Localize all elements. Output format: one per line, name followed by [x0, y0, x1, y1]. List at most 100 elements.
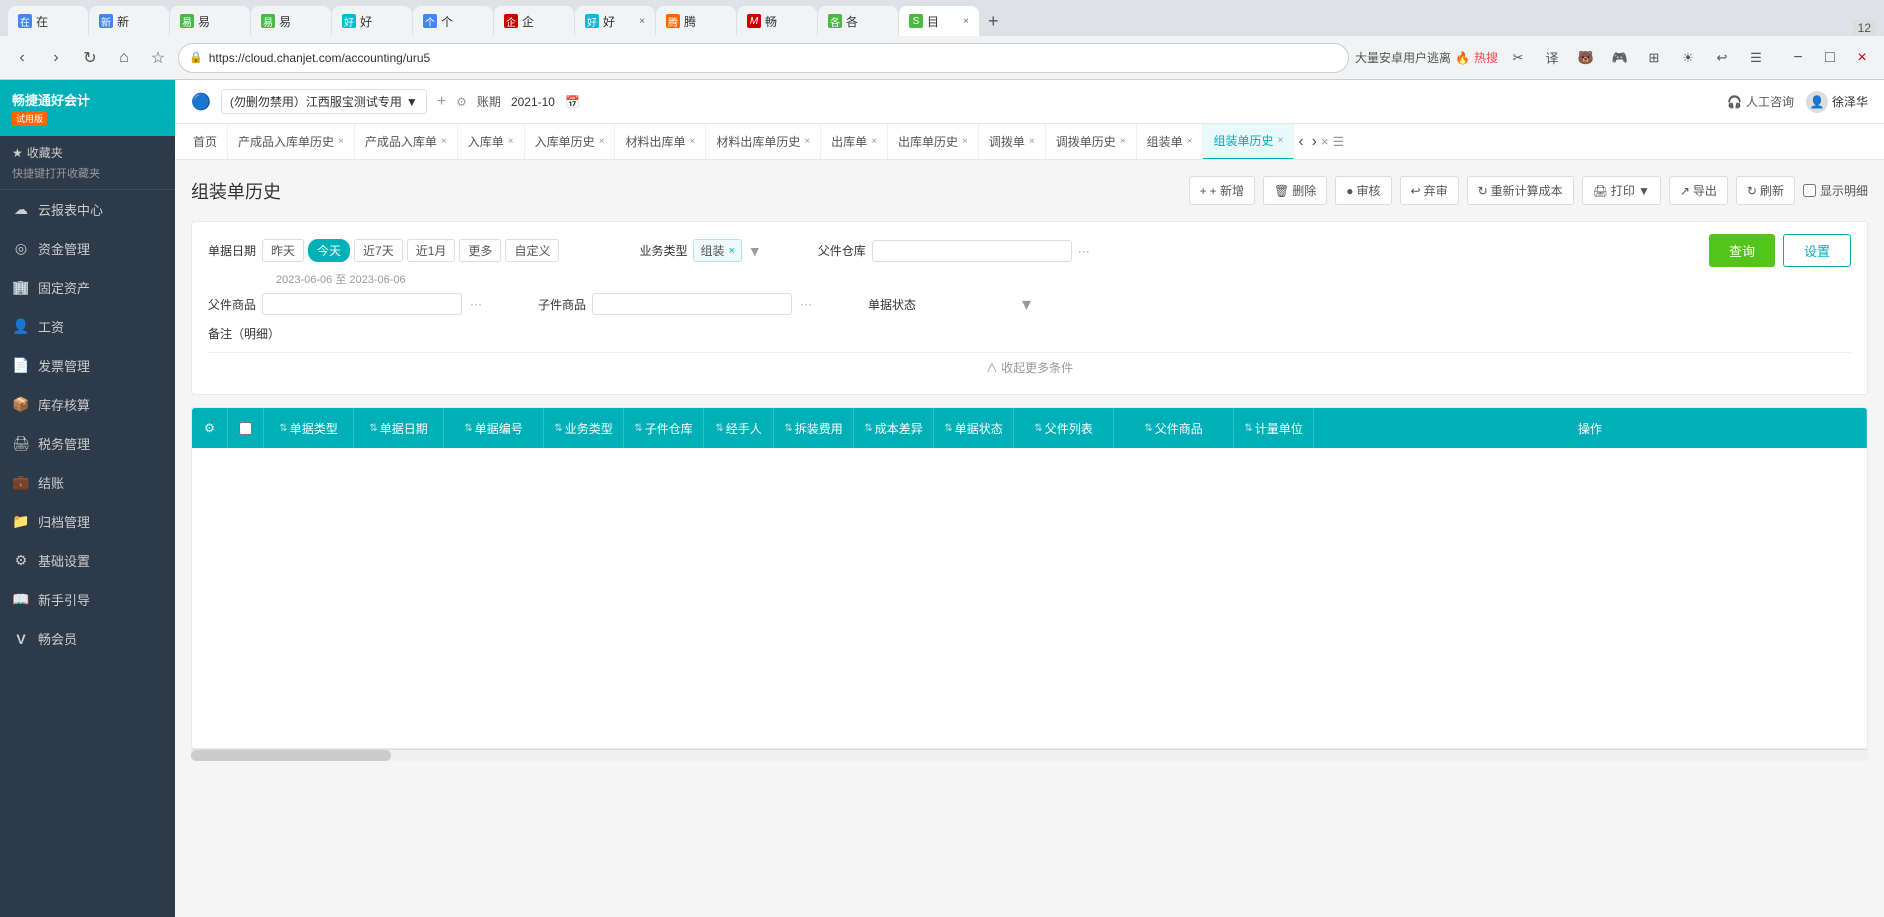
- page-tab-inbound-history[interactable]: 入库单历史 ×: [525, 124, 616, 160]
- company-selector[interactable]: (勿删勿禁用）江西服宝测试专用 ▼: [221, 89, 427, 114]
- display-detail-checkbox[interactable]: [1803, 184, 1816, 197]
- browser-tab-1[interactable]: 在 在: [8, 6, 88, 36]
- tab-assembly-close[interactable]: ×: [1187, 136, 1193, 147]
- sidebar-item-assets[interactable]: 🏢 固定资产: [0, 268, 175, 307]
- select-all-checkbox[interactable]: [239, 422, 252, 435]
- th-parent-goods[interactable]: ⇅ 父件商品: [1114, 408, 1234, 448]
- new-tab-button[interactable]: +: [980, 7, 1007, 36]
- tab-material-out-history-close[interactable]: ×: [804, 136, 810, 147]
- browser-tab-4[interactable]: 易 易: [251, 6, 331, 36]
- th-disassemble-fee[interactable]: ⇅ 拆装费用: [774, 408, 854, 448]
- biz-type-dropdown-icon[interactable]: ▼: [748, 243, 762, 259]
- th-checkbox[interactable]: [228, 408, 264, 448]
- th-bill-type[interactable]: ⇅ 单据类型: [264, 408, 354, 448]
- tab-close-12[interactable]: ×: [963, 16, 969, 27]
- close-window-button[interactable]: ×: [1848, 44, 1876, 72]
- browser-tab-8[interactable]: 好 好 ×: [575, 6, 655, 36]
- parent-warehouse-input[interactable]: [872, 240, 1072, 262]
- date-btn-yesterday[interactable]: 昨天: [262, 239, 304, 262]
- maximize-button[interactable]: □: [1816, 44, 1844, 72]
- date-btn-custom[interactable]: 自定义: [505, 239, 559, 262]
- tab-transfer-close[interactable]: ×: [1029, 136, 1035, 147]
- sidebar-item-inventory[interactable]: 📦 库存核算: [0, 385, 175, 424]
- date-btn-today[interactable]: 今天: [308, 239, 350, 262]
- menu-icon[interactable]: ☰: [1742, 44, 1770, 72]
- scissors-icon[interactable]: ✂: [1504, 44, 1532, 72]
- address-bar[interactable]: 🔒 https://cloud.chanjet.com/accounting/u…: [178, 43, 1349, 73]
- sidebar-item-close[interactable]: 💼 结账: [0, 463, 175, 502]
- grid-icon[interactable]: ⊞: [1640, 44, 1668, 72]
- filter-settings-button[interactable]: 设置: [1783, 234, 1851, 267]
- tab-transfer-history-close[interactable]: ×: [1120, 136, 1126, 147]
- tab-production-close[interactable]: ×: [441, 136, 447, 147]
- tab-material-out-close[interactable]: ×: [689, 136, 695, 147]
- horizontal-scrollbar[interactable]: [191, 749, 1868, 761]
- biz-type-tag-close[interactable]: ×: [728, 245, 734, 257]
- add-button[interactable]: + + 新增: [1189, 176, 1255, 205]
- bill-status-dropdown[interactable]: ▾: [1022, 294, 1031, 315]
- th-child-warehouse[interactable]: ⇅ 子件仓库: [624, 408, 704, 448]
- page-tab-transfer-history[interactable]: 调拨单历史 ×: [1046, 124, 1137, 160]
- tab-inbound-history-close[interactable]: ×: [599, 136, 605, 147]
- date-btn-1month[interactable]: 近1月: [407, 239, 456, 262]
- collapse-bar[interactable]: ∧ 收起更多条件: [208, 352, 1851, 382]
- browser-tab-3[interactable]: 易 易: [170, 6, 250, 36]
- translate-icon[interactable]: 译: [1538, 44, 1566, 72]
- page-tab-inbound[interactable]: 入库单 ×: [458, 124, 525, 160]
- child-goods-more-icon[interactable]: ···: [800, 297, 812, 311]
- minimize-button[interactable]: −: [1784, 44, 1812, 72]
- delete-button[interactable]: 🗑 删除: [1263, 176, 1327, 205]
- extension-icon-1[interactable]: 🐻: [1572, 44, 1600, 72]
- bookmark-button[interactable]: ☆: [144, 44, 172, 72]
- abandon-button[interactable]: ↩ 弃审: [1400, 176, 1459, 205]
- tab-production-history-close[interactable]: ×: [338, 136, 344, 147]
- sidebar-item-guide[interactable]: 📖 新手引导: [0, 580, 175, 619]
- tab-prev-button[interactable]: ‹: [1294, 133, 1307, 151]
- back-button[interactable]: ‹: [8, 44, 36, 72]
- date-btn-more[interactable]: 更多: [459, 239, 501, 262]
- th-biz-type[interactable]: ⇅ 业务类型: [544, 408, 624, 448]
- th-cost-diff[interactable]: ⇅ 成本差异: [854, 408, 934, 448]
- parent-goods-more-icon[interactable]: ···: [470, 297, 482, 311]
- review-button[interactable]: ● 审核: [1335, 176, 1391, 205]
- page-tab-material-out[interactable]: 材料出库单 ×: [615, 124, 706, 160]
- sidebar-item-payroll[interactable]: 👤 工资: [0, 307, 175, 346]
- th-settings[interactable]: ⚙: [192, 408, 228, 448]
- settings-gear-icon[interactable]: ⚙: [456, 95, 467, 109]
- refresh-button[interactable]: ↻: [76, 44, 104, 72]
- home-button[interactable]: ⌂: [110, 44, 138, 72]
- add-company-icon[interactable]: +: [437, 93, 446, 111]
- tab-close-all-icon[interactable]: ×: [1321, 134, 1329, 149]
- browser-tab-2[interactable]: 新 新: [89, 6, 169, 36]
- sidebar-item-archive[interactable]: 📁 归档管理: [0, 502, 175, 541]
- export-button[interactable]: ↗ 导出: [1669, 176, 1728, 205]
- sidebar-item-settings[interactable]: ⚙ 基础设置: [0, 541, 175, 580]
- support-button[interactable]: 🎧 人工咨询: [1727, 93, 1794, 110]
- date-btn-7days[interactable]: 近7天: [354, 239, 403, 262]
- th-bill-number[interactable]: ⇅ 单据编号: [444, 408, 544, 448]
- refresh-button[interactable]: ↻ 刷新: [1736, 176, 1795, 205]
- sidebar-item-finance[interactable]: ◎ 资金管理: [0, 229, 175, 268]
- tab-assembly-history-close[interactable]: ×: [1277, 135, 1283, 146]
- brightness-icon[interactable]: ☀: [1674, 44, 1702, 72]
- browser-tab-7[interactable]: 企 企: [494, 6, 574, 36]
- browser-tab-11[interactable]: 各 各: [818, 6, 898, 36]
- browser-tab-12[interactable]: S 目 ×: [899, 6, 979, 36]
- parent-warehouse-more-icon[interactable]: ···: [1078, 244, 1090, 258]
- browser-tab-9[interactable]: 腾 腾: [656, 6, 736, 36]
- calendar-icon[interactable]: 📅: [565, 95, 580, 109]
- page-tab-assembly-history[interactable]: 组装单历史 ×: [1203, 124, 1294, 160]
- page-tab-outbound-history[interactable]: 出库单历史 ×: [888, 124, 979, 160]
- th-unit[interactable]: ⇅ 计量单位: [1234, 408, 1314, 448]
- print-button[interactable]: 🖨 打印 ▼: [1582, 176, 1661, 205]
- page-tab-home[interactable]: 首页: [183, 124, 228, 160]
- browser-tab-5[interactable]: 好 好: [332, 6, 412, 36]
- sidebar-item-invoice[interactable]: 📄 发票管理: [0, 346, 175, 385]
- tab-more-icon[interactable]: ☰: [1333, 134, 1345, 150]
- parent-goods-input[interactable]: [262, 293, 462, 315]
- browser-tab-10[interactable]: M 畅: [737, 6, 817, 36]
- forward-button[interactable]: ›: [42, 44, 70, 72]
- extension-icon-2[interactable]: 🎮: [1606, 44, 1634, 72]
- tab-close-8[interactable]: ×: [639, 16, 645, 27]
- page-tab-outbound[interactable]: 出库单 ×: [821, 124, 888, 160]
